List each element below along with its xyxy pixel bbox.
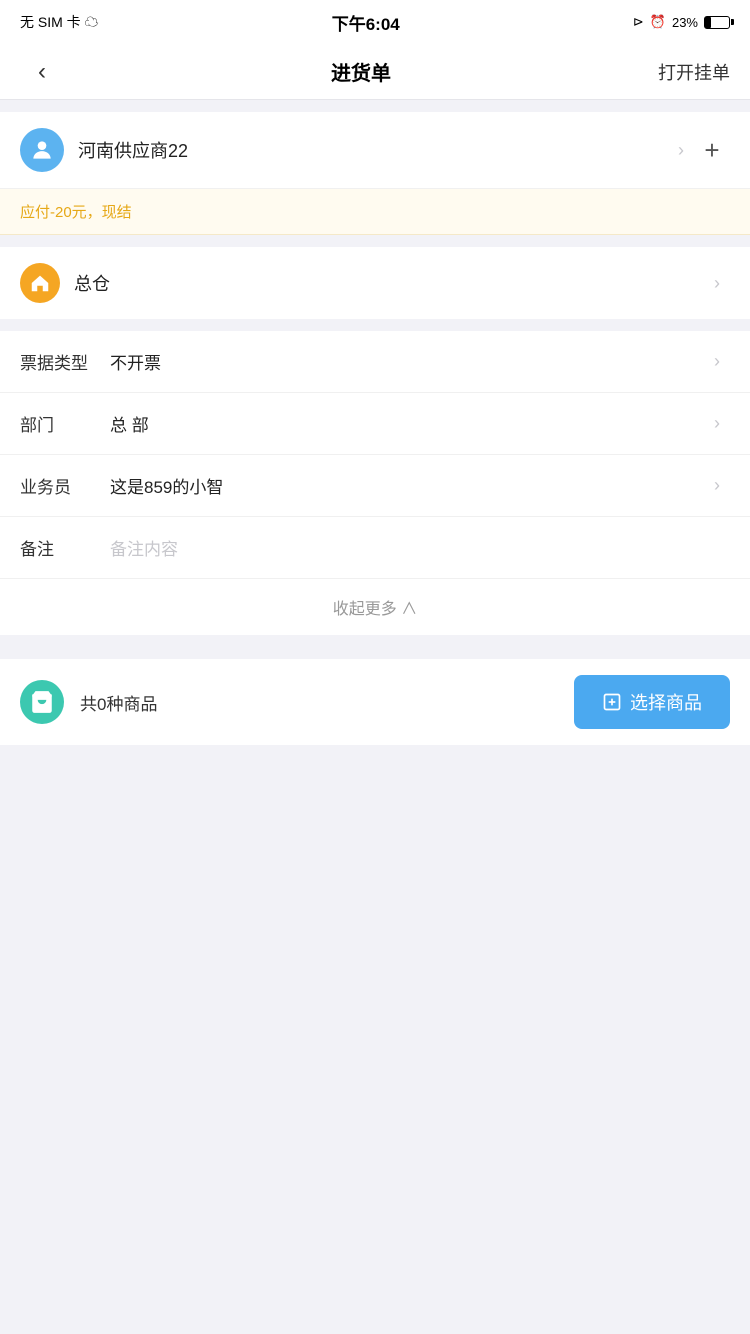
- warehouse-row[interactable]: 总仓 ›: [0, 247, 750, 319]
- status-carrier: 无 SIM 卡 ☁: [20, 12, 99, 32]
- battery-icon: [704, 16, 730, 29]
- bottom-divider: [0, 635, 750, 647]
- location-icon: ⊳: [633, 14, 644, 30]
- salesperson-label: 业务员: [20, 473, 110, 498]
- cart-icon: [29, 689, 55, 715]
- back-button[interactable]: ‹: [20, 50, 64, 94]
- alert-text: 应付-20元，现结: [20, 204, 132, 221]
- select-product-button[interactable]: 选择商品: [574, 675, 730, 729]
- collapse-row[interactable]: 收起更多 ∧: [0, 578, 750, 635]
- department-chevron-icon: ›: [714, 413, 720, 434]
- remark-value[interactable]: 备注内容: [110, 535, 730, 560]
- product-count: 共0种商品: [80, 690, 558, 715]
- department-value: 总 部: [110, 411, 714, 436]
- status-bar: 无 SIM 卡 ☁ 下午6:04 ⊳ ⏰ 23%: [0, 0, 750, 44]
- warehouse-icon: [20, 263, 60, 303]
- select-product-icon: [602, 692, 622, 712]
- remark-row[interactable]: 备注 备注内容: [0, 517, 750, 578]
- warehouse-divider: [0, 235, 750, 247]
- nav-bar: ‹ 进货单 打开挂单: [0, 44, 750, 100]
- page-background: [0, 745, 750, 1045]
- invoice-type-row[interactable]: 票据类型 不开票 ›: [0, 331, 750, 393]
- product-icon: [20, 680, 64, 724]
- open-pending-button[interactable]: 打开挂单: [658, 59, 730, 85]
- status-time: 下午6:04: [332, 10, 400, 35]
- salesperson-row[interactable]: 业务员 这是859的小智 ›: [0, 455, 750, 517]
- form-section: 票据类型 不开票 › 部门 总 部 › 业务员 这是859的小智 › 备注 备注…: [0, 331, 750, 578]
- home-icon: [29, 272, 51, 294]
- battery-fill: [705, 17, 711, 28]
- department-row[interactable]: 部门 总 部 ›: [0, 393, 750, 455]
- top-divider: [0, 100, 750, 112]
- invoice-type-value: 不开票: [110, 349, 714, 374]
- warehouse-section: 总仓 ›: [0, 247, 750, 319]
- supplier-avatar: [20, 128, 64, 172]
- battery-percent: 23%: [672, 15, 698, 30]
- supplier-row[interactable]: 河南供应商22 › +: [0, 112, 750, 189]
- add-button[interactable]: +: [694, 132, 730, 168]
- supplier-section: 河南供应商22 › + 应付-20元，现结: [0, 112, 750, 235]
- select-product-label: 选择商品: [630, 689, 702, 715]
- chevron-right-icon: ›: [678, 140, 684, 161]
- remark-label: 备注: [20, 535, 110, 560]
- status-right: ⊳ ⏰ 23%: [633, 14, 730, 30]
- invoice-type-label: 票据类型: [20, 349, 110, 374]
- supplier-name: 河南供应商22: [78, 137, 678, 163]
- page-title: 进货单: [331, 57, 391, 86]
- person-icon: [29, 137, 55, 163]
- invoice-type-chevron-icon: ›: [714, 351, 720, 372]
- collapse-label: 收起更多 ∧: [333, 601, 417, 618]
- warehouse-chevron-icon: ›: [714, 273, 720, 294]
- bottom-bar: 共0种商品 选择商品: [0, 659, 750, 745]
- warehouse-name: 总仓: [74, 270, 714, 296]
- alert-banner: 应付-20元，现结: [0, 189, 750, 235]
- department-label: 部门: [20, 411, 110, 436]
- salesperson-chevron-icon: ›: [714, 475, 720, 496]
- alarm-icon: ⏰: [650, 14, 666, 30]
- salesperson-value: 这是859的小智: [110, 473, 714, 498]
